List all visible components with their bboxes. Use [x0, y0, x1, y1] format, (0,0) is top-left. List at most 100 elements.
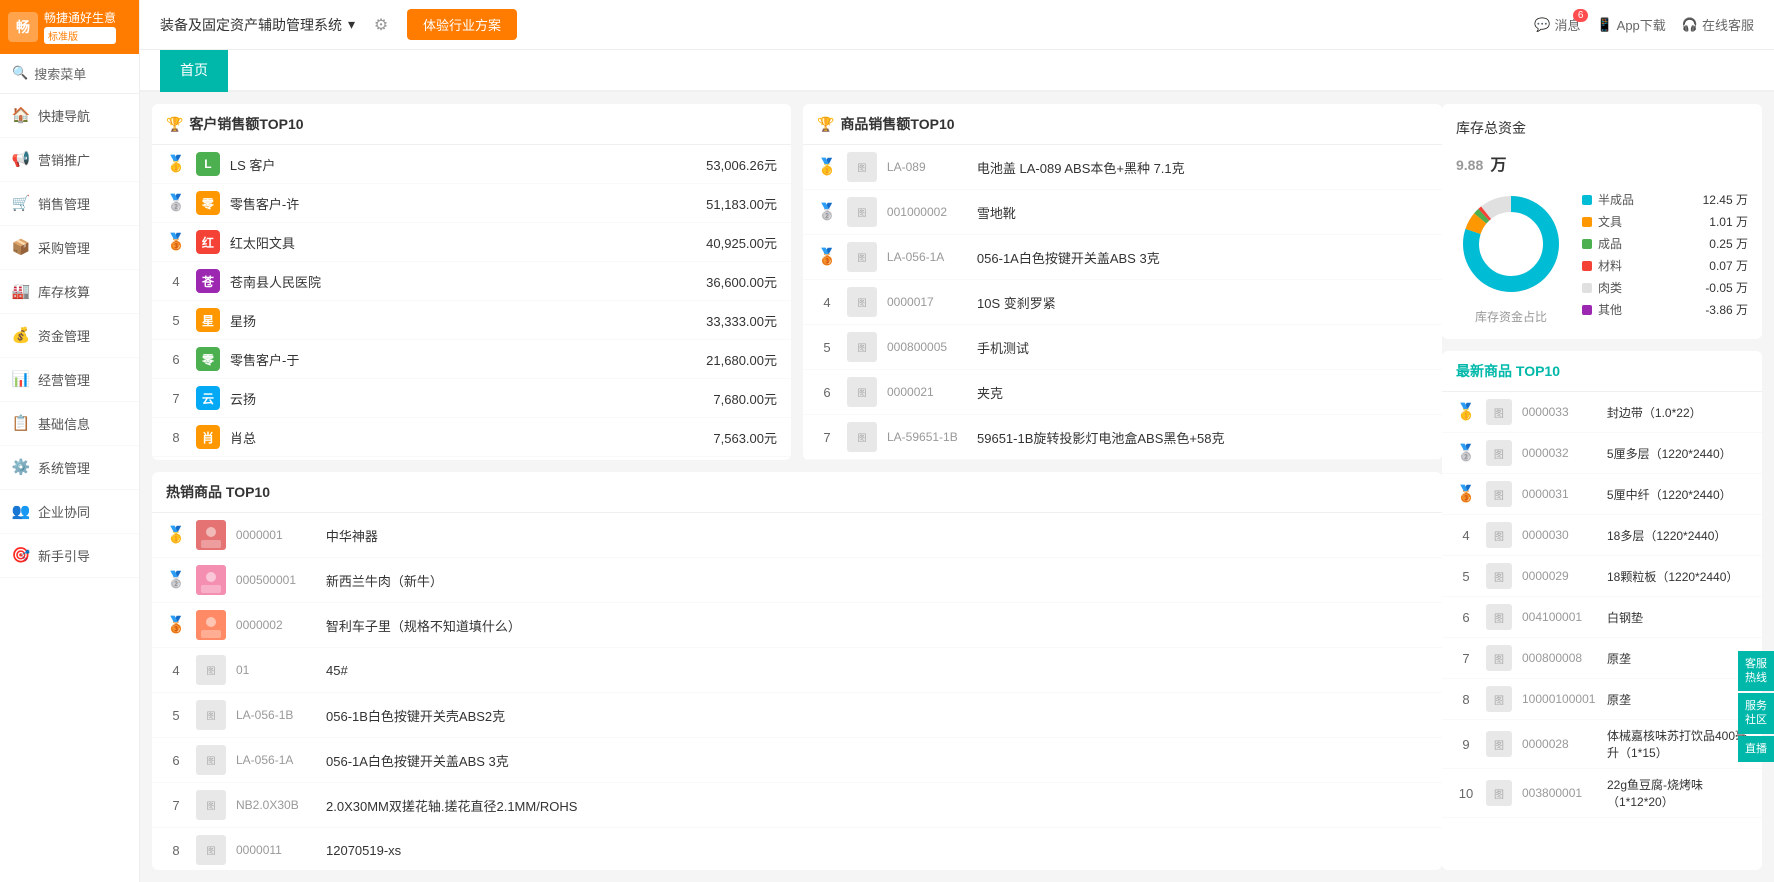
customer-amount: 51,183.00元 [706, 194, 777, 213]
bronze-medal-icon: 🥉 [817, 247, 837, 267]
legend-item: 半成品 12.45 万 [1582, 191, 1748, 208]
customer-service-button[interactable]: 客服热线 [1738, 651, 1774, 692]
legend-label: 半成品 [1598, 191, 1697, 208]
list-item: 5 图 0000029 18颗粒板（1220*2440） [1442, 556, 1762, 597]
product-thumbnail: 图 [847, 242, 877, 272]
list-item: 🥈 000500001 新西兰牛肉（新牛） [152, 558, 1442, 603]
menu-icon: 📊 [12, 370, 30, 388]
menu-label: 基础信息 [38, 414, 90, 433]
menu-label: 资金管理 [38, 326, 90, 345]
page-tabs: 首页 [140, 50, 1774, 92]
legend-color [1582, 195, 1592, 205]
product-code: 0000028 [1522, 737, 1597, 751]
product-name: 原垄 [1607, 691, 1748, 708]
new-products-panel: 最新商品 TOP10 🥇 图 0000033 封边带（1.0*22） 🥈 图 0… [1442, 351, 1762, 870]
product-thumbnail: 图 [1486, 522, 1512, 548]
sidebar-search[interactable]: 🔍 搜索菜单 [0, 54, 139, 94]
tab-home[interactable]: 首页 [160, 50, 228, 92]
menu-label: 经营管理 [38, 370, 90, 389]
product-name: 2.0X30MM双搓花轴.搓花直径2.1MM/ROHS [326, 796, 1428, 815]
legend-color [1582, 305, 1592, 315]
sidebar-item-销售管理[interactable]: 🛒销售管理 [0, 182, 139, 226]
legend-item: 肉类 -0.05 万 [1582, 279, 1748, 296]
product-code: 0000032 [1522, 446, 1597, 460]
trial-button[interactable]: 体验行业方案 [407, 9, 517, 40]
legend-value: -0.05 万 [1705, 279, 1748, 296]
sidebar-item-基础信息[interactable]: 📋 基础信息 [0, 402, 139, 446]
rank-number: 8 [166, 430, 186, 445]
rank-number: 6 [817, 385, 837, 400]
customer-name: 零售客户-于 [230, 350, 696, 369]
product-code: 0000033 [1522, 405, 1597, 419]
product-thumbnail: 图 [1486, 399, 1512, 425]
menu-label: 新手引导 [38, 546, 90, 565]
legend-value: -3.86 万 [1705, 301, 1748, 318]
product-thumbnail: 图 [847, 422, 877, 452]
menu-icon: 📋 [12, 414, 30, 432]
top-panels-row: 🏆 客户销售额TOP10 🥇 L LS 客户 53,006.26元 🥈 零 零售… [152, 104, 1442, 460]
customer-amount: 33,333.00元 [706, 311, 777, 330]
customer-amount: 7,680.00元 [713, 389, 777, 408]
online-service-button[interactable]: 🎧 在线客服 [1682, 15, 1754, 34]
sidebar-item-企业协同[interactable]: 👥企业协同 [0, 490, 139, 534]
product-name: 白钢垫 [1607, 609, 1748, 626]
product-thumbnail: 图 [196, 835, 226, 865]
rank-number: 7 [817, 430, 837, 445]
menu-icon: 💰 [12, 326, 30, 344]
sidebar-item-经营管理[interactable]: 📊 经营管理 [0, 358, 139, 402]
list-item: 9 图 0000028 体械嘉核味苏打饮品400毫升（1*15） [1442, 720, 1762, 769]
menu-icon: 🏭 [12, 282, 30, 300]
sidebar-item-库存核算[interactable]: 🏭库存核算 [0, 270, 139, 314]
product-name: 18颗粒板（1220*2440） [1607, 568, 1748, 585]
product-code: 000800005 [887, 340, 967, 354]
new-products-header: 最新商品 TOP10 [1442, 351, 1762, 392]
table-row: 8 肖 肖总 7,563.00元 [152, 418, 791, 457]
product-thumbnail: 图 [847, 197, 877, 227]
product-thumbnail: 图 [1486, 645, 1512, 671]
sidebar-item-新手引导[interactable]: 🎯新手引导 [0, 534, 139, 578]
sidebar-item-采购管理[interactable]: 📦采购管理 [0, 226, 139, 270]
sidebar-item-营销推广[interactable]: 📢营销推广 [0, 138, 139, 182]
product-trophy-icon: 🏆 [817, 116, 834, 133]
product-name: 056-1A白色按键开关盖ABS 3克 [977, 248, 1428, 267]
table-row: 4 苍 苍南县人民医院 36,600.00元 [152, 262, 791, 301]
silver-medal-icon: 🥈 [1456, 443, 1476, 463]
hot-products-header: 热销商品 TOP10 [152, 472, 1442, 513]
chevron-down-icon: ▾ [348, 16, 355, 33]
list-item: 6 图 LA-056-1A 056-1A白色按键开关盖ABS 3克 [152, 738, 1442, 783]
customer-ranking-list: 🥇 L LS 客户 53,006.26元 🥈 零 零售客户-许 51,183.0… [152, 145, 791, 457]
logo-text: 畅捷通好生意 [44, 10, 116, 27]
sidebar-item-资金管理[interactable]: 💰 资金管理 [0, 314, 139, 358]
service-community-button[interactable]: 服务社区 [1738, 693, 1774, 734]
product-name: 原垄 [1607, 650, 1748, 667]
product-name: 智利车子里（规格不知道填什么） [326, 616, 1428, 635]
rank-number: 7 [166, 798, 186, 813]
product-name: 中华神器 [326, 526, 1428, 545]
rank-number: 9 [1456, 737, 1476, 752]
customer-amount: 40,925.00元 [706, 233, 777, 252]
bronze-medal-icon: 🥉 [1456, 484, 1476, 504]
product-code: LA-056-1B [236, 708, 316, 722]
customer-name: 星扬 [230, 311, 696, 330]
message-button[interactable]: 💬 消息 6 [1534, 15, 1580, 34]
list-item: 5 图 LA-056-1B 056-1B白色按键开关壳ABS2克 [152, 693, 1442, 738]
sidebar-item-系统管理[interactable]: ⚙️系统管理 [0, 446, 139, 490]
legend-label: 成品 [1598, 235, 1703, 252]
settings-icon[interactable]: ⚙ [367, 11, 395, 39]
product-code: 0000029 [1522, 569, 1597, 583]
app-download-button[interactable]: 📱 App下载 [1596, 15, 1665, 34]
product-name: 18多层（1220*2440） [1607, 527, 1748, 544]
list-item: 6 图 004100001 白钢垫 [1442, 597, 1762, 638]
legend-value: 12.45 万 [1703, 191, 1748, 208]
product-code: 004100001 [1522, 610, 1597, 624]
sidebar-item-快捷导航[interactable]: 🏠快捷导航 [0, 94, 139, 138]
avatar: L [196, 152, 220, 176]
system-selector[interactable]: 装备及固定资产辅助管理系统 ▾ [160, 15, 355, 35]
live-button[interactable]: 直播 [1738, 736, 1774, 762]
right-sidebar: 库存总资金 9.88 万 [1442, 104, 1762, 870]
donut-chart-container: 库存资金占比 [1456, 189, 1566, 325]
inventory-unit: 万 [1490, 157, 1506, 174]
avatar: 零 [196, 347, 220, 371]
inventory-total-value: 9.88 [1456, 157, 1483, 173]
rank-number: 4 [1456, 528, 1476, 543]
